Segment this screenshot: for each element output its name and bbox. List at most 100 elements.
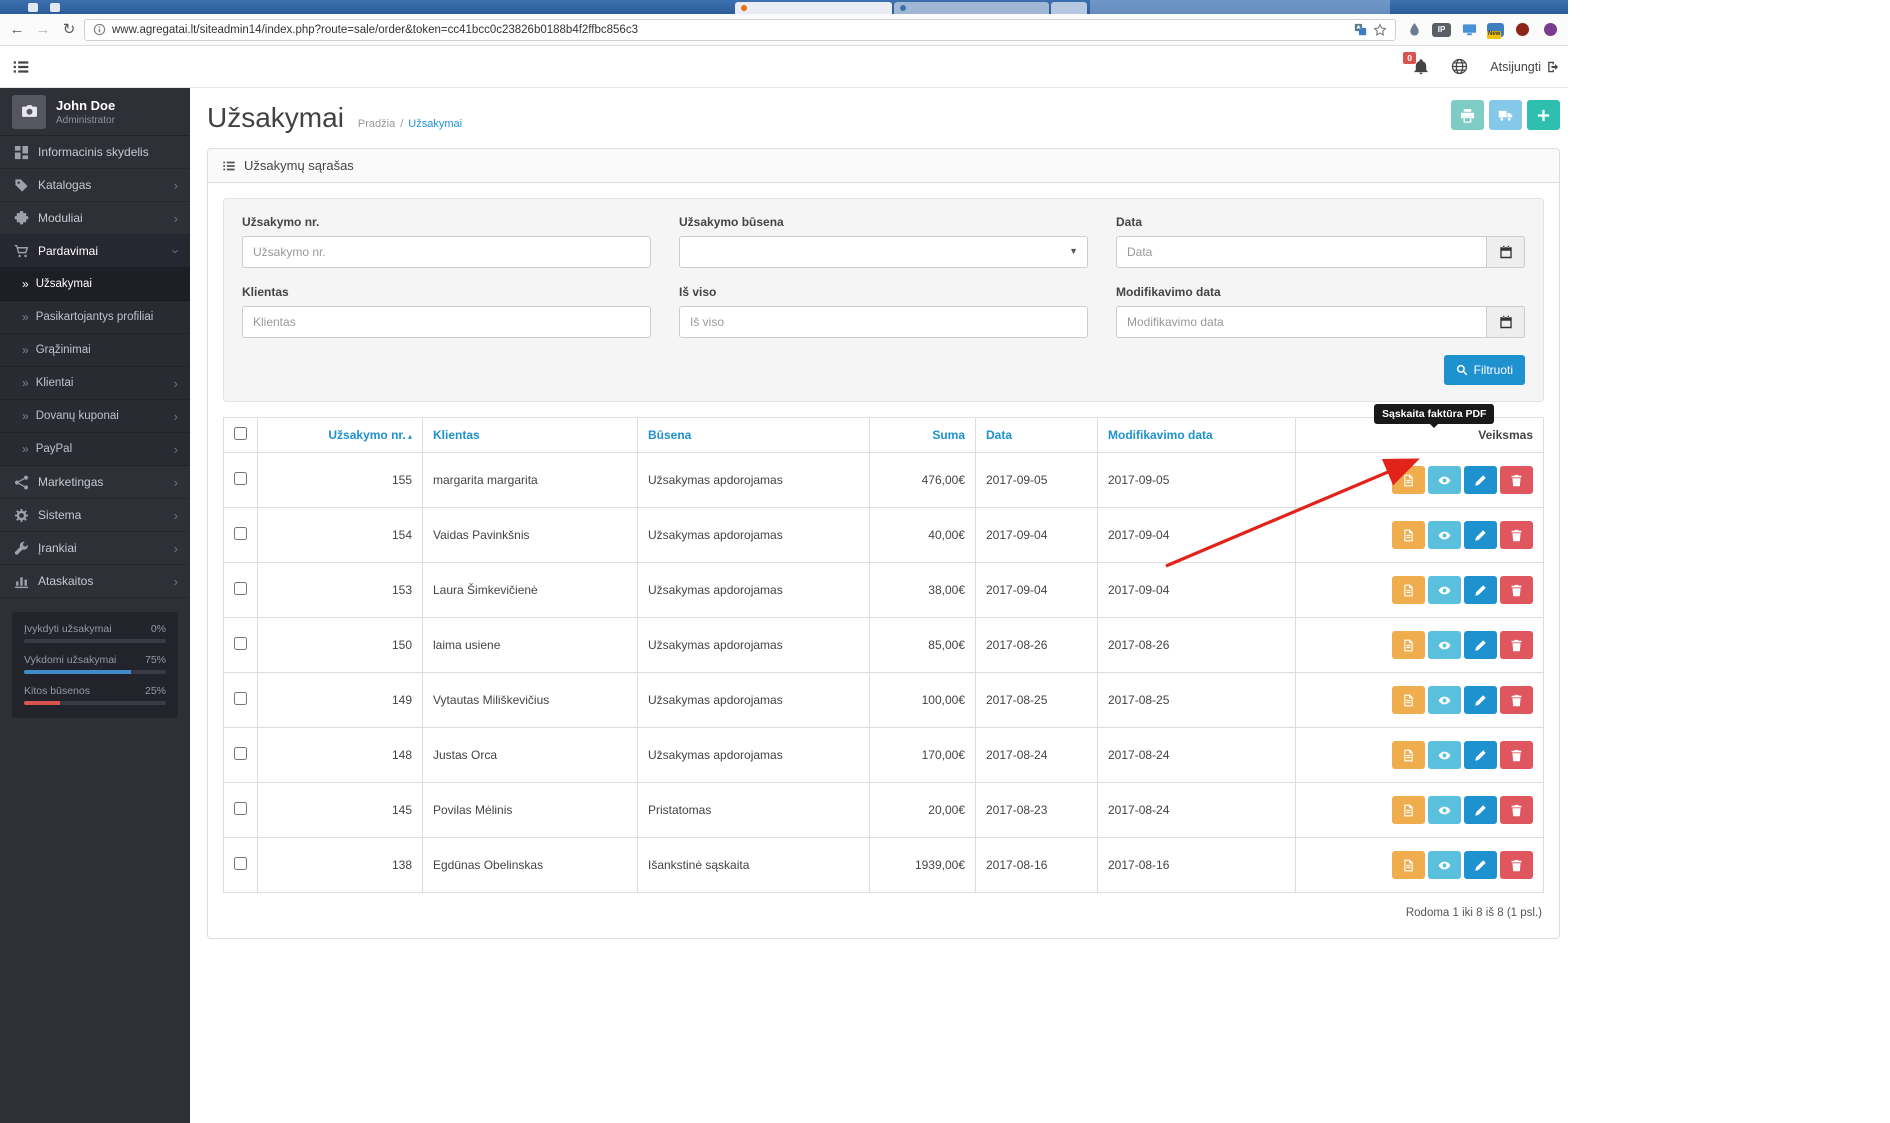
column-header[interactable]: Užsakymo nr.: [328, 428, 405, 442]
sidebar-subitem[interactable]: » Dovanų kuponai ›: [0, 400, 190, 433]
row-checkbox[interactable]: [234, 472, 247, 485]
print-shipping-button[interactable]: [1489, 100, 1522, 130]
select-all-checkbox[interactable]: [234, 427, 247, 440]
sidebar-item[interactable]: Įrankiai ›: [0, 532, 190, 565]
filter-customer-input[interactable]: [242, 306, 651, 338]
sidebar-item[interactable]: Moduliai ›: [0, 202, 190, 235]
new-tab-button[interactable]: [1051, 2, 1087, 14]
browser-tab[interactable]: [894, 2, 1049, 14]
filter-date-modified-input[interactable]: [1116, 306, 1487, 338]
sidebar-item[interactable]: Informacinis skydelis: [0, 136, 190, 169]
edit-order-button[interactable]: [1464, 796, 1497, 824]
edit-order-button[interactable]: [1464, 576, 1497, 604]
row-checkbox[interactable]: [234, 637, 247, 650]
edit-order-button[interactable]: [1464, 521, 1497, 549]
pdf-invoice-button[interactable]: [1392, 796, 1425, 824]
row-checkbox[interactable]: [234, 747, 247, 760]
sidebar-subitem[interactable]: » Grąžinimai: [0, 334, 190, 367]
address-bar[interactable]: www.agregatai.lt/siteadmin14/index.php?r…: [84, 18, 1396, 41]
edit-order-button[interactable]: [1464, 631, 1497, 659]
view-order-button[interactable]: [1428, 521, 1461, 549]
notifications-button[interactable]: 0: [1403, 51, 1429, 75]
date-picker-button[interactable]: [1487, 236, 1525, 268]
storefront-button[interactable]: [1451, 58, 1468, 75]
column-header[interactable]: Suma: [932, 428, 965, 442]
back-button[interactable]: ←: [6, 22, 28, 37]
filter-button[interactable]: Filtruoti: [1443, 355, 1525, 385]
filter-date-input[interactable]: [1116, 236, 1487, 268]
extension-icon-red[interactable]: [1512, 21, 1532, 39]
column-header[interactable]: Modifikavimo data: [1108, 428, 1213, 442]
extension-icon-purple[interactable]: [1540, 21, 1560, 39]
pdf-invoice-button[interactable]: [1392, 631, 1425, 659]
translate-icon[interactable]: [1354, 23, 1367, 36]
print-invoice-button[interactable]: [1451, 100, 1484, 130]
sidebar-item[interactable]: Pardavimai ›: [0, 235, 190, 268]
new-badge-extension-icon[interactable]: New: [1487, 22, 1504, 39]
forward-button[interactable]: →: [32, 22, 54, 37]
delete-order-button[interactable]: [1500, 521, 1533, 549]
pdf-invoice-button[interactable]: [1392, 466, 1425, 494]
row-checkbox[interactable]: [234, 802, 247, 815]
row-checkbox[interactable]: [234, 857, 247, 870]
cell-status: Užsakymas apdorojamas: [637, 727, 870, 783]
menu-toggle-button[interactable]: [12, 58, 30, 76]
view-order-button[interactable]: [1428, 741, 1461, 769]
view-order-button[interactable]: [1428, 686, 1461, 714]
sidebar-subitem[interactable]: » Užsakymai: [0, 268, 190, 301]
pdf-invoice-button[interactable]: [1392, 741, 1425, 769]
refresh-button[interactable]: ↻: [58, 22, 80, 37]
delete-order-button[interactable]: [1500, 576, 1533, 604]
info-icon[interactable]: [93, 23, 106, 36]
sidebar-item[interactable]: Katalogas ›: [0, 169, 190, 202]
filter-total-input[interactable]: [679, 306, 1088, 338]
breadcrumb-item[interactable]: Užsakymai: [408, 118, 462, 130]
pdf-invoice-button[interactable]: [1392, 521, 1425, 549]
sidebar-subitem[interactable]: » Pasikartojantys profiliai: [0, 301, 190, 334]
edit-order-button[interactable]: [1464, 466, 1497, 494]
delete-order-button[interactable]: [1500, 686, 1533, 714]
trash-icon: [1510, 804, 1523, 817]
edit-order-button[interactable]: [1464, 686, 1497, 714]
column-header[interactable]: Klientas: [433, 428, 480, 442]
sidebar-subitem[interactable]: » PayPal ›: [0, 433, 190, 466]
pdf-invoice-button[interactable]: [1392, 576, 1425, 604]
edit-order-button[interactable]: [1464, 741, 1497, 769]
order-status-select[interactable]: ▼: [679, 236, 1088, 268]
column-header[interactable]: Data: [986, 428, 1012, 442]
view-order-button[interactable]: [1428, 796, 1461, 824]
edit-order-button[interactable]: [1464, 851, 1497, 879]
breadcrumb-item[interactable]: Pradžia: [358, 118, 395, 130]
delete-order-button[interactable]: [1500, 796, 1533, 824]
sidebar: John Doe Administrator Informacinis skyd…: [0, 88, 190, 1123]
pinned-tab-icon[interactable]: [50, 3, 60, 12]
browser-tab[interactable]: [735, 2, 892, 14]
pdf-invoice-button[interactable]: [1392, 686, 1425, 714]
view-order-button[interactable]: [1428, 851, 1461, 879]
row-checkbox[interactable]: [234, 527, 247, 540]
row-checkbox[interactable]: [234, 582, 247, 595]
eyedropper-extension-icon[interactable]: [1404, 21, 1424, 39]
sidebar-item[interactable]: Marketingas ›: [0, 466, 190, 499]
ip-extension-icon[interactable]: IP: [1432, 22, 1451, 37]
pdf-invoice-button[interactable]: [1392, 851, 1425, 879]
delete-order-button[interactable]: [1500, 741, 1533, 769]
delete-order-button[interactable]: [1500, 466, 1533, 494]
sidebar-item[interactable]: Ataskaitos ›: [0, 565, 190, 598]
bookmark-star-icon[interactable]: [1373, 22, 1387, 37]
sidebar-item[interactable]: Sistema ›: [0, 499, 190, 532]
view-order-button[interactable]: [1428, 466, 1461, 494]
screenshot-extension-icon[interactable]: [1459, 21, 1479, 39]
logout-button[interactable]: Atsijungti: [1490, 60, 1560, 74]
date-picker-button[interactable]: [1487, 306, 1525, 338]
pinned-tab-icon[interactable]: [28, 3, 38, 12]
view-order-button[interactable]: [1428, 576, 1461, 604]
filter-order-nr-input[interactable]: [242, 236, 651, 268]
delete-order-button[interactable]: [1500, 851, 1533, 879]
delete-order-button[interactable]: [1500, 631, 1533, 659]
add-order-button[interactable]: [1527, 100, 1560, 130]
sidebar-subitem[interactable]: » Klientai ›: [0, 367, 190, 400]
row-checkbox[interactable]: [234, 692, 247, 705]
view-order-button[interactable]: [1428, 631, 1461, 659]
column-header[interactable]: Būsena: [648, 428, 691, 442]
